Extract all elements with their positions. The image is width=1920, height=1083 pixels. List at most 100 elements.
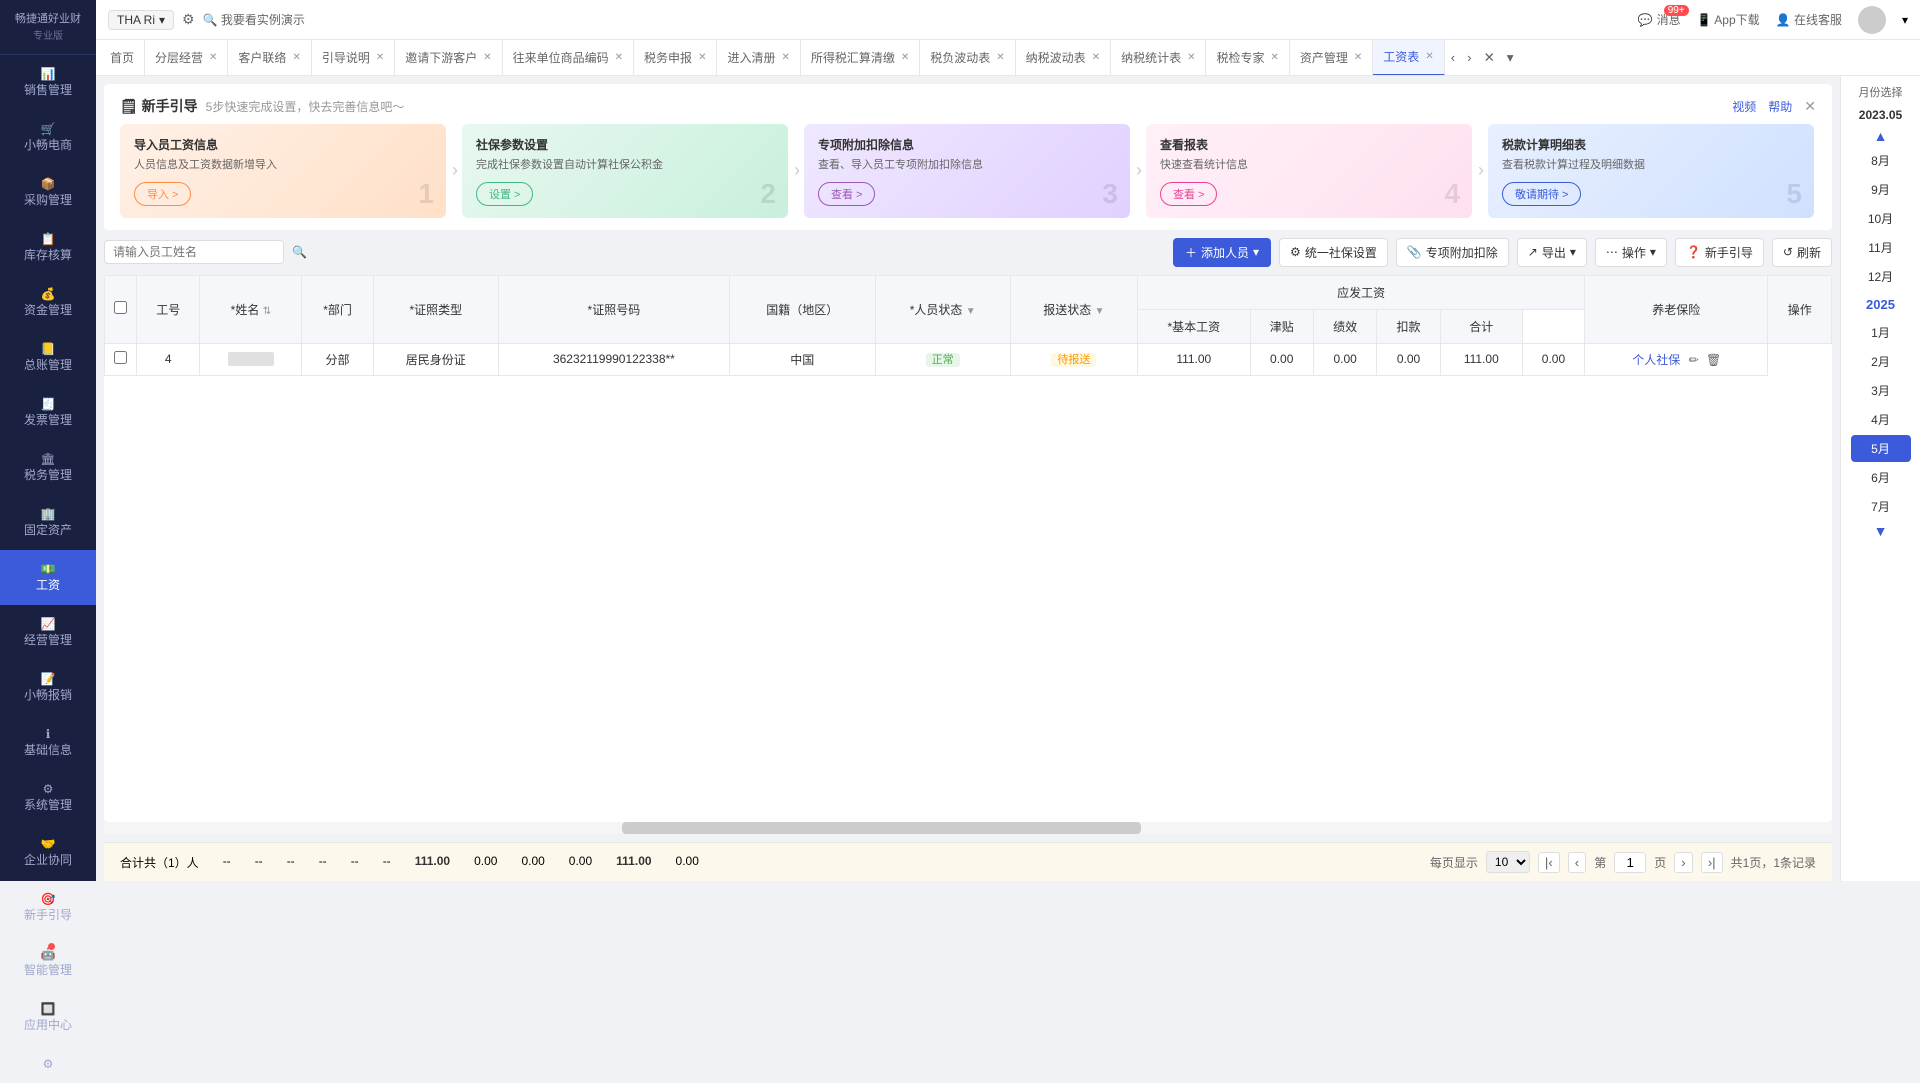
operation-button[interactable]: ⋯ 操作 ▾ [1595,238,1667,267]
tab-prev-btn[interactable]: ‹ [1445,40,1461,76]
month-item-6[interactable]: 6月 [1851,464,1911,491]
guide-view-btn[interactable]: 视频 [1732,98,1756,115]
add-employee-button[interactable]: ＋ 添加人员 ▾ [1173,238,1271,267]
month-item-9[interactable]: 9月 [1851,176,1911,203]
tab-asset-mgmt-close[interactable]: ✕ [1354,52,1362,63]
tab-layered-close[interactable]: ✕ [209,52,217,63]
user-avatar[interactable] [1858,6,1886,34]
sidebar-item-ledger[interactable]: 📒 总账管理 [0,330,96,385]
page-number-input[interactable] [1614,852,1646,873]
step1-btn[interactable]: 导入 > [134,182,191,206]
export-button[interactable]: ↗ 导出 ▾ [1517,238,1587,267]
select-all-checkbox[interactable] [114,301,127,314]
message-button[interactable]: 💬 消息 99+ [1638,11,1681,28]
tab-taxexpert[interactable]: 税检专家 ✕ [1206,40,1289,76]
tab-home[interactable]: 首页 [100,40,145,76]
settings-gear-button[interactable]: ⚙ [0,1045,96,1083]
month-item-8[interactable]: 8月 [1851,147,1911,174]
sidebar-item-finance[interactable]: 💰 资金管理 [0,275,96,330]
tab-tax-burden-close[interactable]: ✕ [996,52,1004,63]
month-item-3[interactable]: 3月 [1851,377,1911,404]
tab-product-code-close[interactable]: ✕ [615,52,623,63]
step2-btn[interactable]: 设置 > [476,182,533,206]
sidebar-item-tax[interactable]: 🏛 税务管理 [0,440,96,495]
step3-btn[interactable]: 查看 > [818,182,875,206]
sidebar-item-newguide[interactable]: 🎯 新手引导 [0,880,96,935]
unified-social-security-btn[interactable]: ⚙ 统一社保设置 [1279,238,1388,267]
month-nav-down[interactable]: ▼ [1866,521,1896,541]
tab-menu-btn[interactable]: ▾ [1501,40,1520,76]
special-deduction-btn[interactable]: 📎 专项附加扣除 [1396,238,1509,267]
step5-btn[interactable]: 敬请期待 > [1502,182,1581,206]
page-first-btn[interactable]: |‹ [1538,852,1560,873]
action-personal-social[interactable]: 个人社保 [1632,353,1680,367]
guide-help-btn[interactable]: 帮助 [1768,98,1792,115]
tab-wage-close[interactable]: ✕ [1425,51,1433,62]
tab-asset-mgmt[interactable]: 资产管理 ✕ [1290,40,1373,76]
sidebar-item-purchase[interactable]: 📦 采购管理 [0,165,96,220]
per-page-select[interactable]: 10 20 50 [1486,851,1530,873]
month-nav-up[interactable]: ▲ [1866,126,1896,146]
tab-tax-report-close[interactable]: ✕ [698,52,706,63]
sidebar-item-ecommerce[interactable]: 🛒 小畅电商 [0,110,96,165]
month-item-12[interactable]: 12月 [1851,263,1911,290]
tab-close-all-btn[interactable]: ✕ [1478,40,1501,76]
month-item-11[interactable]: 11月 [1851,234,1911,261]
tab-taxexpert-close[interactable]: ✕ [1271,52,1279,63]
page-next-btn[interactable]: › [1674,852,1692,873]
app-download-button[interactable]: 📱 App下载 [1697,11,1760,28]
tab-clearance-close[interactable]: ✕ [781,52,789,63]
step4-btn[interactable]: 查看 > [1160,182,1217,206]
sidebar-item-collab[interactable]: 🤝 企业协同 [0,825,96,880]
topbar-gear-icon[interactable]: ⚙ [182,11,195,28]
sidebar-item-system[interactable]: ⚙ 系统管理 [0,770,96,825]
tab-taxpay[interactable]: 纳税波动表 ✕ [1016,40,1111,76]
search-icon[interactable]: 🔍 [292,245,307,259]
tab-tax-report[interactable]: 税务申报 ✕ [634,40,717,76]
tab-layered[interactable]: 分层经营 ✕ [145,40,228,76]
sidebar-item-appcenter[interactable]: 🔲 应用中心 [0,990,96,1045]
tab-guide[interactable]: 引导说明 ✕ [312,40,395,76]
tab-taxstat[interactable]: 纳税统计表 ✕ [1111,40,1206,76]
th-report-status[interactable]: 报送状态 ▼ [1010,275,1137,343]
tab-guide-close[interactable]: ✕ [376,52,384,63]
tab-product-code[interactable]: 往来单位商品编码 ✕ [503,40,634,76]
th-name[interactable]: *姓名 ⇅ [200,275,302,343]
sidebar-item-inventory[interactable]: 📋 库存核算 [0,220,96,275]
sidebar-item-expense[interactable]: 📝 小畅报销 [0,660,96,715]
table-scrollbar[interactable] [104,822,1832,834]
month-item-2[interactable]: 2月 [1851,348,1911,375]
tab-tax-burden[interactable]: 税负波动表 ✕ [920,40,1015,76]
tab-clearance[interactable]: 进入清册 ✕ [717,40,800,76]
tab-next-btn[interactable]: › [1461,40,1477,76]
tab-invite-close[interactable]: ✕ [483,52,491,63]
sidebar-item-sales[interactable]: 📊 销售管理 [0,55,96,110]
month-item-5[interactable]: 5月 [1851,435,1911,462]
tab-income-tax[interactable]: 所得税汇算清缴 ✕ [801,40,920,76]
sidebar-item-assets[interactable]: 🏢 固定资产 [0,495,96,550]
page-last-btn[interactable]: ›| [1701,852,1723,873]
row-checkbox[interactable] [114,351,127,364]
refresh-button[interactable]: ↺ 刷新 [1772,238,1832,267]
user-menu[interactable]: ▾ [1902,13,1908,27]
tab-wage[interactable]: 工资表 ✕ [1373,40,1444,76]
newguide-button[interactable]: ❓ 新手引导 [1675,238,1764,267]
tab-client[interactable]: 客户联络 ✕ [228,40,311,76]
tab-invite[interactable]: 邀请下游客户 ✕ [395,40,502,76]
employee-search-input[interactable] [104,240,284,264]
online-support-button[interactable]: 👤 在线客服 [1776,11,1842,28]
action-edit-icon[interactable]: ✏ [1689,353,1699,367]
month-item-7[interactable]: 7月 [1851,493,1911,520]
month-item-10[interactable]: 10月 [1851,205,1911,232]
tab-client-close[interactable]: ✕ [292,52,300,63]
sidebar-item-operation[interactable]: 📈 经营管理 [0,605,96,660]
month-item-4[interactable]: 4月 [1851,406,1911,433]
sidebar-item-base[interactable]: ℹ 基础信息 [0,715,96,770]
month-item-1[interactable]: 1月 [1851,319,1911,346]
sidebar-item-smart[interactable]: 🤖 智能管理 [0,935,96,990]
th-status[interactable]: *人员状态 ▼ [875,275,1010,343]
tab-income-tax-close[interactable]: ✕ [901,52,909,63]
tab-taxpay-close[interactable]: ✕ [1092,52,1100,63]
tab-taxstat-close[interactable]: ✕ [1187,52,1195,63]
sidebar-item-wage[interactable]: 💵 工资 [0,550,96,605]
